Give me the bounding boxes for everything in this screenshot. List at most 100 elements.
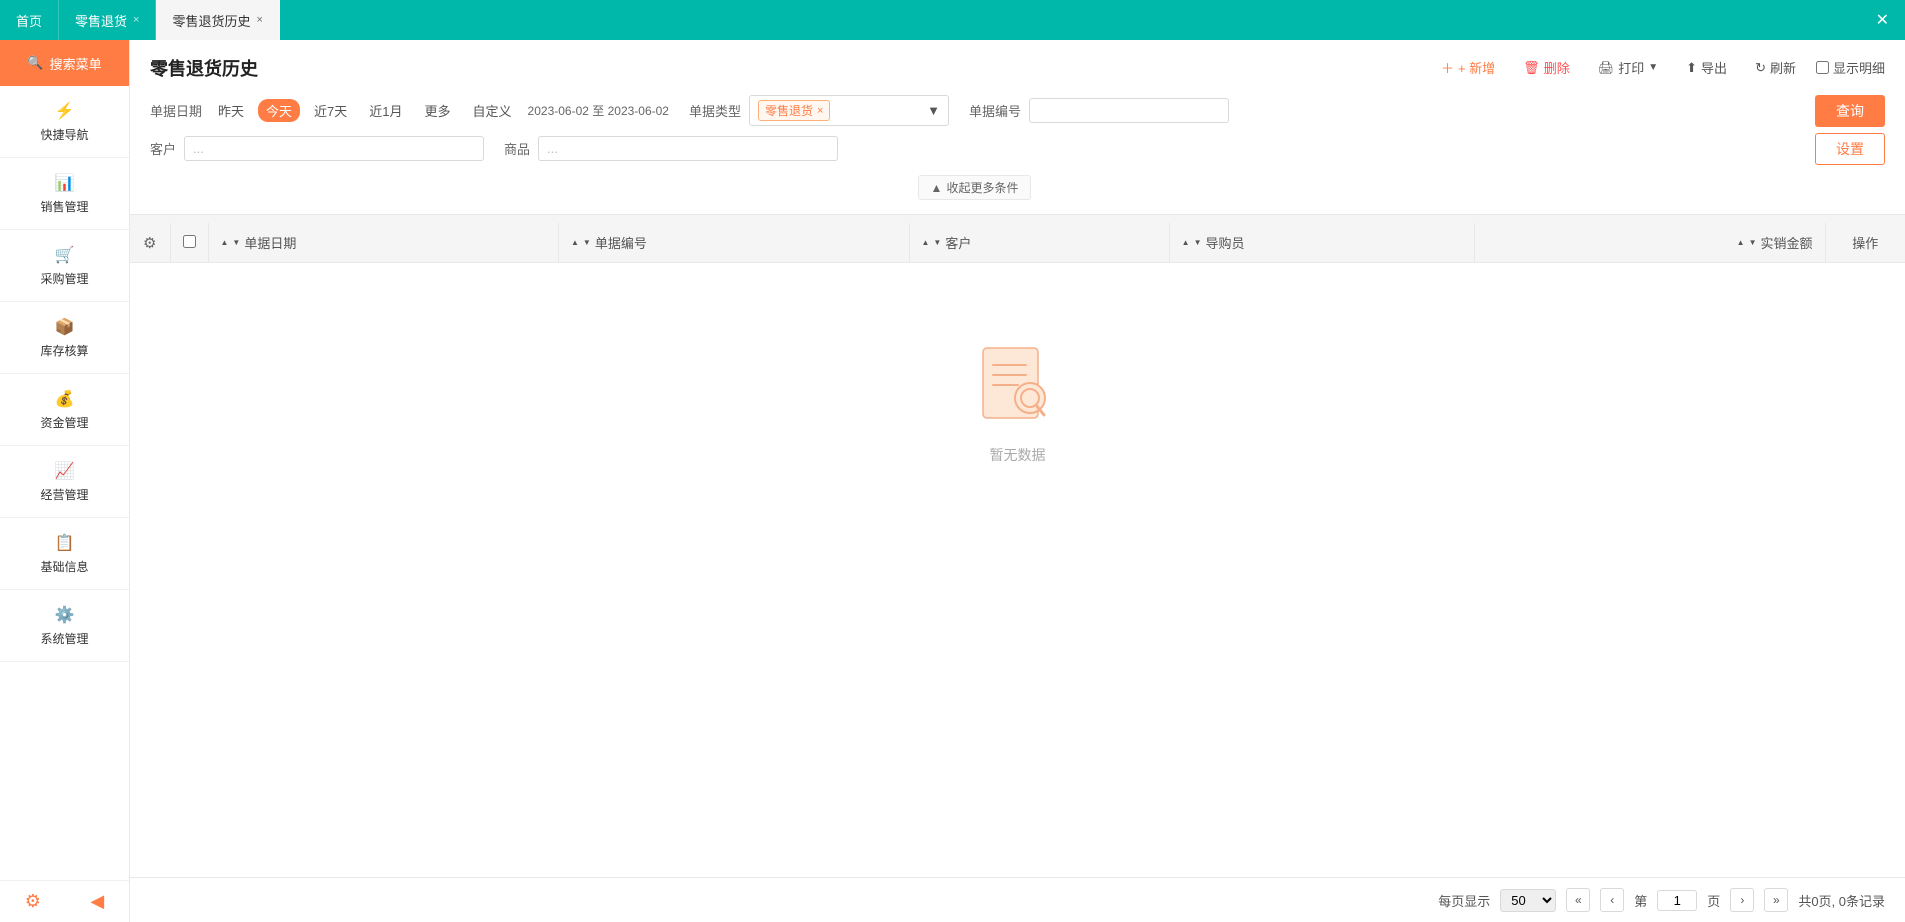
tab-retail-return-history[interactable]: 零售退货历史 ×	[156, 0, 279, 40]
sidebar-item-quick-nav[interactable]: ⚡ 快捷导航	[0, 86, 129, 158]
sidebar-collapse-icon[interactable]: ◀	[90, 891, 104, 912]
pagination-bar: 每页显示 10 20 50 100 « ‹ 第 页 › » 共0页, 0条记录	[130, 877, 1905, 922]
th-action-label: 操作	[1852, 236, 1878, 251]
sidebar-item-basic-info[interactable]: 📋 基础信息	[0, 518, 129, 590]
collapse-row: ▲ 收起更多条件	[150, 171, 1799, 204]
sidebar-settings-icon[interactable]: ⚙	[25, 891, 41, 912]
first-page-button[interactable]: «	[1566, 888, 1590, 912]
tab-retail-return-history-label: 零售退货历史	[172, 11, 250, 30]
date-btn-custom[interactable]: 自定义	[465, 99, 520, 122]
th-customer-sortable[interactable]: ▲ ▼ 客户	[922, 233, 1157, 252]
table-header: ⚙ ▲ ▼ 单据日期	[130, 223, 1905, 263]
tab-retail-return-label: 零售退货	[75, 11, 127, 30]
th-date[interactable]: ▲ ▼ 单据日期	[208, 223, 559, 263]
filter-row-1: 单据日期 昨天 今天 近7天 近1月 更多 自定义 2023-06-02 至 2…	[150, 95, 1799, 126]
date-btn-yesterday[interactable]: 昨天	[210, 99, 252, 122]
voucher-type-select[interactable]: 零售退货 × ▼	[749, 95, 949, 126]
date-btn-7days[interactable]: 近7天	[306, 99, 355, 122]
th-date-up-icon: ▲	[221, 238, 229, 247]
page-suffix: 页	[1707, 891, 1720, 910]
window-close-button[interactable]: ✕	[1876, 10, 1889, 30]
last-page-button[interactable]: »	[1764, 888, 1788, 912]
filter-item-customer: 客户 ...	[150, 136, 484, 161]
main-layout: 🔍 搜索菜单 ⚡ 快捷导航 📊 销售管理 🛒 采购管理 📦 库存核算 💰 资金管…	[0, 40, 1905, 922]
add-button[interactable]: ＋ + 新增	[1433, 54, 1503, 81]
refresh-button[interactable]: ↻ 刷新	[1747, 54, 1804, 81]
th-settings[interactable]: ⚙	[130, 223, 170, 263]
th-customer-up-icon: ▲	[922, 238, 930, 247]
sidebar-item-basic-info-label: 基础信息	[40, 558, 88, 575]
sidebar-item-purchase-mgmt-label: 采购管理	[40, 270, 88, 287]
per-page-label: 每页显示	[1438, 891, 1490, 910]
date-btn-today[interactable]: 今天	[258, 99, 300, 122]
operations-icon: 📈	[54, 460, 76, 482]
filter-item-voucher-no: 单据编号	[969, 98, 1229, 123]
print-button[interactable]: 🖨 打印 ▼	[1590, 54, 1666, 81]
th-date-sortable[interactable]: ▲ ▼ 单据日期	[221, 233, 547, 252]
th-action: 操作	[1825, 223, 1905, 263]
th-amount-sortable[interactable]: ▲ ▼ 实销金额	[1487, 233, 1813, 252]
toolbar: ＋ + 新增 🗑 删除 🖨 打印 ▼ ⬆ 导出	[1433, 54, 1885, 81]
select-all-checkbox[interactable]	[183, 235, 196, 248]
sidebar-item-operations[interactable]: 📈 经营管理	[0, 446, 129, 518]
show-detail-checkbox-label[interactable]: 显示明细	[1816, 58, 1885, 77]
tab-retail-return[interactable]: 零售退货 ×	[59, 0, 156, 40]
tab-retail-return-close[interactable]: ×	[133, 14, 139, 26]
voucher-no-input[interactable]	[1029, 98, 1229, 123]
prev-page-button[interactable]: ‹	[1600, 888, 1624, 912]
th-no-sortable[interactable]: ▲ ▼ 单据编号	[571, 233, 897, 252]
refresh-icon: ↻	[1755, 60, 1766, 76]
sidebar-item-sales-mgmt[interactable]: 📊 销售管理	[0, 158, 129, 230]
goods-select[interactable]: ...	[538, 136, 838, 161]
sidebar: 🔍 搜索菜单 ⚡ 快捷导航 📊 销售管理 🛒 采购管理 📦 库存核算 💰 资金管…	[0, 40, 130, 922]
customer-select[interactable]: ...	[184, 136, 484, 161]
date-btn-1month[interactable]: 近1月	[361, 99, 410, 122]
quick-nav-icon: ⚡	[54, 100, 76, 122]
th-amount[interactable]: ▲ ▼ 实销金额	[1474, 223, 1825, 263]
collapse-label: 收起更多条件	[946, 179, 1018, 196]
show-detail-checkbox[interactable]	[1816, 61, 1829, 74]
th-no-label: 单据编号	[595, 233, 647, 252]
empty-state: 暂无数据	[130, 263, 1905, 545]
print-icon: 🖨	[1598, 60, 1615, 76]
system-icon: ⚙️	[54, 604, 76, 626]
export-button[interactable]: ⬆ 导出	[1678, 54, 1735, 81]
export-icon: ⬆	[1686, 60, 1697, 76]
sidebar-item-inventory[interactable]: 📦 库存核算	[0, 302, 129, 374]
query-button[interactable]: 查询	[1815, 95, 1885, 127]
th-no[interactable]: ▲ ▼ 单据编号	[559, 223, 910, 263]
next-page-button[interactable]: ›	[1730, 888, 1754, 912]
refresh-label: 刷新	[1770, 58, 1796, 77]
tab-home[interactable]: 首页	[0, 0, 59, 40]
voucher-type-tag-close[interactable]: ×	[817, 105, 823, 117]
delete-button[interactable]: 🗑 删除	[1515, 54, 1578, 81]
page-number-input[interactable]	[1657, 890, 1697, 911]
collapse-icon: ▲	[931, 181, 943, 195]
add-label: + 新增	[1458, 58, 1495, 77]
print-label: 打印	[1618, 58, 1644, 77]
page-label: 第	[1634, 891, 1647, 910]
date-filter-label: 单据日期	[150, 101, 202, 120]
sidebar-search[interactable]: 🔍 搜索菜单	[0, 40, 129, 86]
collapse-button[interactable]: ▲ 收起更多条件	[918, 175, 1032, 200]
sidebar-item-finance[interactable]: 💰 资金管理	[0, 374, 129, 446]
per-page-select[interactable]: 10 20 50 100	[1500, 889, 1556, 912]
sidebar-item-purchase-mgmt[interactable]: 🛒 采购管理	[0, 230, 129, 302]
voucher-type-tag: 零售退货 ×	[758, 100, 830, 121]
settings-icon[interactable]: ⚙	[143, 235, 156, 252]
setting-button[interactable]: 设置	[1815, 133, 1885, 165]
th-amount-up-icon: ▲	[1737, 238, 1745, 247]
total-label: 共0页, 0条记录	[1798, 891, 1885, 910]
th-customer-down-icon: ▼	[933, 238, 941, 247]
filter-row-2: 客户 ... 商品 ...	[150, 136, 1799, 161]
th-guide-down-icon: ▼	[1194, 238, 1202, 247]
tab-retail-return-history-close[interactable]: ×	[256, 14, 262, 26]
voucher-type-tag-text: 零售退货	[765, 102, 813, 119]
add-icon: ＋	[1441, 58, 1454, 77]
sidebar-item-system[interactable]: ⚙️ 系统管理	[0, 590, 129, 662]
th-guide-sortable[interactable]: ▲ ▼ 导购员	[1182, 233, 1462, 252]
th-guide[interactable]: ▲ ▼ 导购员	[1169, 223, 1474, 263]
th-customer[interactable]: ▲ ▼ 客户	[909, 223, 1169, 263]
date-btn-more[interactable]: 更多	[417, 99, 459, 122]
th-no-down-icon: ▼	[583, 238, 591, 247]
